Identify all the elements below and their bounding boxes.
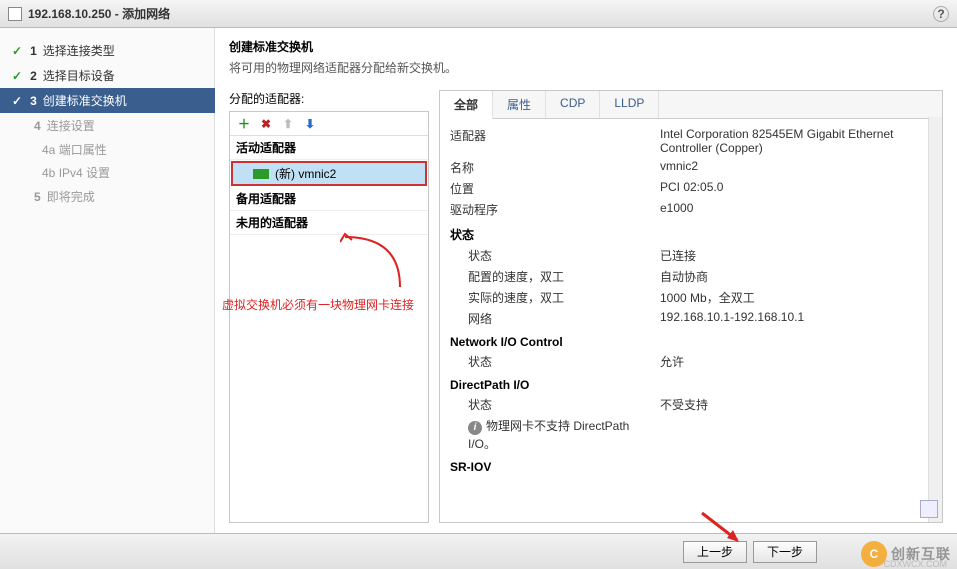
help-icon[interactable]: ? [933,6,949,22]
annotation-text: 虚拟交换机必须有一块物理网卡连接 [222,296,414,313]
annotation-arrow-next [697,508,747,548]
k-niocst: 状态 [450,353,660,370]
substep-4b: 4b IPv4 设置 [0,161,214,184]
hdr-dpio: DirectPath I/O [450,372,932,394]
tab-properties[interactable]: 属性 [493,91,546,118]
info-icon: i [468,421,482,435]
nic-icon [253,169,269,179]
adapter-item-label: (新) vmnic2 [275,165,336,182]
annotation-arrow [340,232,430,292]
step-2[interactable]: ✓2选择目标设备 [0,63,214,88]
k-cfgspd: 配置的速度，双工 [450,268,660,285]
k-adapter: 适配器 [450,127,660,155]
window-titlebar: 192.168.10.250 - 添加网络 ? [0,0,957,28]
check-icon: ✓ [12,69,22,83]
v-dpiost: 不受支持 [660,396,932,413]
v-cfgspd: 自动协商 [660,268,932,285]
assigned-adapter-label: 分配的适配器: [229,90,429,107]
copy-icon[interactable] [920,500,938,518]
check-icon: ✓ [12,94,22,108]
k-status: 状态 [450,247,660,264]
tabs: 全部 属性 CDP LLDP [440,91,942,119]
tab-all[interactable]: 全部 [440,91,493,119]
window-title: 192.168.10.250 - 添加网络 [28,5,170,22]
substep-4a: 4a 端口属性 [0,138,214,161]
move-down-icon[interactable]: ⬇ [302,116,318,132]
step-1[interactable]: ✓1选择连接类型 [0,38,214,63]
v-niocst: 允许 [660,353,932,370]
step-4: 4连接设置 [0,113,214,138]
adapter-list: ＋ ✖ ⬆ ⬇ 活动适配器 (新) vmnic2 备用适配器 未用的适配器 [229,111,429,523]
add-icon[interactable]: ＋ [236,116,252,132]
hdr-sriov: SR-IOV [450,454,932,476]
hdr-nioc: Network I/O Control [450,329,932,351]
v-adapter: Intel Corporation 82545EM Gigabit Ethern… [660,127,932,155]
k-network: 网络 [450,310,660,327]
k-name: 名称 [450,159,660,176]
dpio-info: i物理网卡不支持 DirectPath I/O。 [450,417,660,452]
window-icon [8,7,22,21]
wizard-sidebar: ✓1选择连接类型 ✓2选择目标设备 ✓3创建标准交换机 4连接设置 4a 端口属… [0,28,215,533]
remove-icon[interactable]: ✖ [258,116,274,132]
next-button[interactable]: 下一步 [753,541,817,563]
k-driver: 驱动程序 [450,201,660,218]
v-actspd: 1000 Mb，全双工 [660,289,932,306]
group-standby: 备用适配器 [230,187,428,211]
step-3[interactable]: ✓3创建标准交换机 [0,88,215,113]
move-up-icon[interactable]: ⬆ [280,116,296,132]
watermark-sub: CDXWCX.COM [884,559,948,569]
adapter-toolbar: ＋ ✖ ⬆ ⬇ [230,112,428,136]
page-heading: 创建标准交换机 [229,38,943,55]
v-driver: e1000 [660,201,932,218]
group-active: 活动适配器 [230,136,428,160]
adapter-item-vmnic2[interactable]: (新) vmnic2 [231,161,427,186]
scrollbar[interactable] [928,117,942,522]
v-name: vmnic2 [660,159,932,176]
footer: 上一步 下一步 [0,533,957,569]
tab-cdp[interactable]: CDP [546,91,600,118]
tab-lldp[interactable]: LLDP [600,91,659,118]
v-location: PCI 02:05.0 [660,180,932,197]
page-subheading: 将可用的物理网络适配器分配给新交换机。 [229,59,943,76]
v-network: 192.168.10.1-192.168.10.1 [660,310,932,327]
k-actspd: 实际的速度，双工 [450,289,660,306]
details-panel: 全部 属性 CDP LLDP 适配器Intel Corporation 8254… [439,90,943,523]
check-icon: ✓ [12,44,22,58]
hdr-status: 状态 [450,220,932,245]
k-dpiost: 状态 [450,396,660,413]
step-5: 5即将完成 [0,184,214,209]
v-status: 已连接 [660,247,932,264]
k-location: 位置 [450,180,660,197]
